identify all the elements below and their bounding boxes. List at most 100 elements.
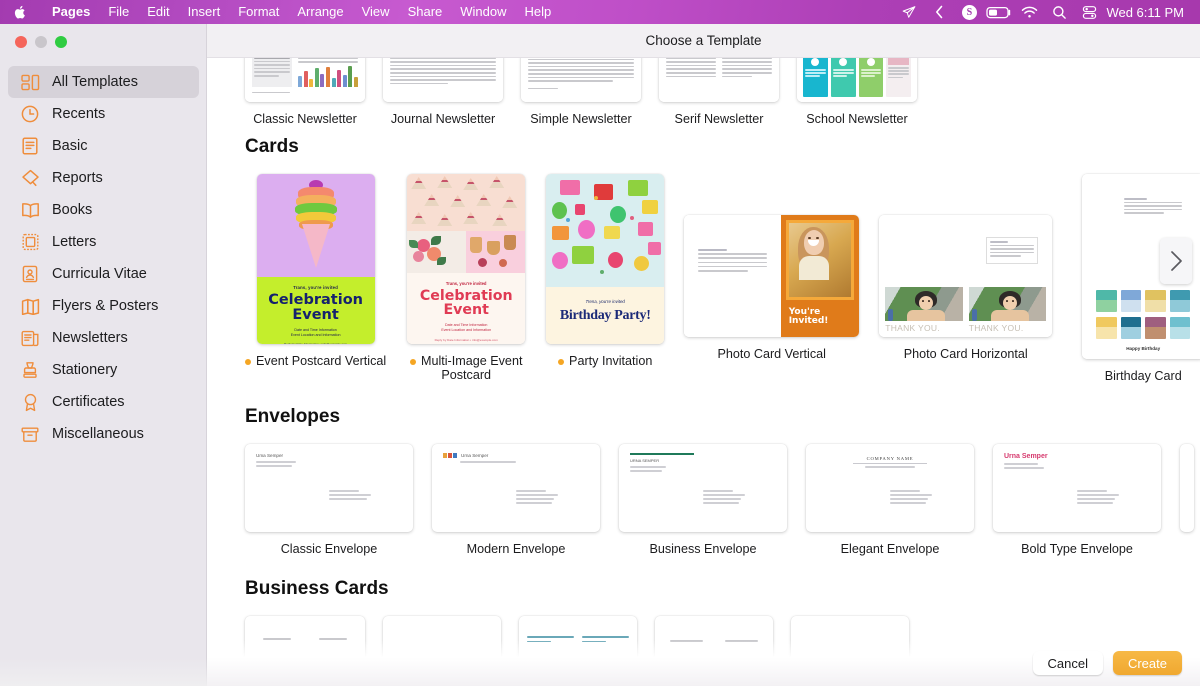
sidebar-item-flyers-posters[interactable]: Flyers & Posters — [8, 290, 199, 322]
thumbnail-left-panel — [684, 215, 781, 337]
choose-template-window: All Templates Recents Basic Reports Book… — [0, 24, 1200, 686]
sidebar-item-label: All Templates — [52, 74, 138, 90]
wifi-icon[interactable] — [1014, 1, 1044, 23]
gift-icon — [1120, 290, 1142, 312]
sidebar-item-letters[interactable]: Letters — [8, 226, 199, 258]
sidebar-item-reports[interactable]: Reports — [8, 162, 199, 194]
template-bold-type-envelope[interactable]: Urna Semper Bold Type Envelope — [993, 444, 1161, 556]
all-templates-icon — [18, 71, 42, 93]
section-newsletters-row: Classic Newsletter Journal Newsletter Si… — [245, 50, 917, 126]
template-party-invitation[interactable]: Trena, you're invited Birthday Party! Pa… — [546, 174, 665, 368]
template-thumbnail: Uma Semper — [245, 444, 413, 532]
menu-item-edit[interactable]: Edit — [138, 3, 178, 21]
thumbnail-heading: Celebration Event — [268, 292, 363, 323]
maximize-button[interactable] — [55, 36, 67, 48]
template-name: School Newsletter — [806, 112, 908, 126]
menu-item-file[interactable]: File — [99, 3, 138, 21]
sidebar-item-miscellaneous[interactable]: Miscellaneous — [8, 418, 199, 450]
template-name: Elegant Envelope — [840, 542, 940, 556]
sidebar-item-curricula-vitae[interactable]: Curricula Vitae — [8, 258, 199, 290]
window-title-bar: Choose a Template — [207, 24, 1200, 58]
create-button[interactable]: Create — [1112, 651, 1182, 675]
template-thumbnail: You're Invited! — [684, 215, 860, 337]
open-book-icon — [18, 199, 42, 221]
section-cards: Cards Trans, you're invited Celebration … — [245, 136, 1200, 383]
template-thumbnail: Urna Semper — [993, 444, 1161, 532]
menu-item-insert[interactable]: Insert — [179, 3, 230, 21]
apple-logo-icon[interactable] — [14, 5, 27, 20]
thumbnail-heading: Happy Birthday — [1126, 346, 1161, 351]
template-next-envelope-partial[interactable] — [1180, 444, 1194, 532]
thumbnail-right-panel: You're Invited! — [780, 215, 860, 337]
template-journal-newsletter[interactable]: Journal Newsletter — [383, 50, 503, 126]
envelope-sender-name: Urna Semper — [1004, 453, 1048, 460]
search-icon[interactable] — [1044, 1, 1074, 23]
sidebar-item-newsletters[interactable]: Newsletters — [8, 322, 199, 354]
section-title-business-cards: Business Cards — [245, 578, 389, 599]
dialog-footer: Cancel Create — [207, 640, 1200, 686]
menu-item-help[interactable]: Help — [516, 3, 561, 21]
template-photo-card-vertical[interactable]: You're Invited! Photo Card Vertical — [684, 215, 860, 361]
sidebar-item-books[interactable]: Books — [8, 194, 199, 226]
battery-icon[interactable] — [984, 1, 1014, 23]
template-photo-card-horizontal[interactable]: THANK YOU. THANK YOU. Photo Card Horizon… — [879, 215, 1053, 361]
scroll-next-button[interactable] — [1160, 238, 1192, 284]
thumbnail-image-ice-cream — [256, 174, 375, 277]
template-name: Serif Newsletter — [674, 112, 764, 126]
template-name: Modern Envelope — [466, 542, 566, 556]
section-title-cards: Cards — [245, 136, 299, 157]
menu-item-pages[interactable]: Pages — [43, 3, 99, 21]
folded-poster-icon — [18, 295, 42, 317]
gift-icon — [1169, 317, 1191, 339]
template-name-text: Event Postcard Vertical — [256, 354, 387, 368]
chevron-left-icon[interactable] — [924, 1, 954, 23]
diamond-report-icon — [18, 167, 42, 189]
template-event-postcard-vertical[interactable]: Trans, you're invited Celebration Event … — [245, 174, 386, 368]
template-school-newsletter[interactable]: School Newsletter — [797, 50, 917, 126]
template-name: Classic Newsletter — [253, 112, 357, 126]
cancel-button[interactable]: Cancel — [1032, 651, 1103, 675]
template-classic-newsletter[interactable]: Classic Newsletter — [245, 50, 365, 126]
award-ribbon-icon — [18, 391, 42, 413]
sidebar-list: All Templates Recents Basic Reports Book… — [0, 66, 207, 450]
template-thumbnail: Urna Semper — [432, 444, 600, 532]
template-thumbnail: Trans, you're invited Celebration Event … — [407, 174, 526, 344]
minimize-button[interactable] — [35, 36, 47, 48]
template-serif-newsletter[interactable]: Serif Newsletter — [659, 50, 779, 126]
menubar-clock[interactable]: Wed 6:11 PM — [1104, 5, 1190, 20]
template-thumbnail: URNA SEMPER — [619, 444, 787, 532]
thumbnail-image-gifts — [1096, 290, 1191, 339]
thumbnail-image-party — [546, 174, 665, 287]
template-name: Classic Envelope — [280, 542, 378, 556]
template-multi-image-event-postcard[interactable]: Trans, you're invited Celebration Event … — [406, 174, 526, 383]
menu-item-view[interactable]: View — [353, 3, 399, 21]
close-button[interactable] — [15, 36, 27, 48]
control-center-icon[interactable] — [1074, 1, 1104, 23]
thumbnail-heading: Birthday Party! — [559, 308, 651, 323]
s-badge-icon[interactable]: S — [954, 1, 984, 23]
gift-icon — [1096, 317, 1117, 339]
telegram-send-icon[interactable] — [894, 1, 924, 23]
sidebar-item-all-templates[interactable]: All Templates — [8, 66, 199, 98]
sidebar-item-label: Flyers & Posters — [52, 298, 159, 314]
template-classic-envelope[interactable]: Uma Semper Classic Envelope — [245, 444, 413, 556]
sidebar-item-stationery[interactable]: Stationery — [8, 354, 199, 386]
template-simple-newsletter[interactable]: Simple Newsletter — [521, 50, 641, 126]
template-elegant-envelope[interactable]: COMPANY NAME Elegant Envelope — [806, 444, 974, 556]
sidebar-item-label: Curricula Vitae — [52, 266, 147, 282]
template-name-text: Party Invitation — [569, 354, 653, 368]
document-icon — [18, 135, 42, 157]
thumbnail-image-girl — [788, 223, 852, 297]
menu-item-format[interactable]: Format — [229, 3, 288, 21]
template-thumbnail: THANK YOU. THANK YOU. — [879, 215, 1053, 337]
template-modern-envelope[interactable]: Urna Semper Modern Envelope — [432, 444, 600, 556]
menu-item-arrange[interactable]: Arrange — [288, 3, 352, 21]
sidebar-item-recents[interactable]: Recents — [8, 98, 199, 130]
sidebar-item-basic[interactable]: Basic — [8, 130, 199, 162]
template-business-envelope[interactable]: URNA SEMPER Business Envelope — [619, 444, 787, 556]
template-name: Birthday Card — [1104, 369, 1182, 383]
menu-item-share[interactable]: Share — [399, 3, 452, 21]
template-scroll-area[interactable]: Classic Newsletter Journal Newsletter Si… — [207, 24, 1200, 686]
sidebar-item-certificates[interactable]: Certificates — [8, 386, 199, 418]
menu-item-window[interactable]: Window — [451, 3, 515, 21]
